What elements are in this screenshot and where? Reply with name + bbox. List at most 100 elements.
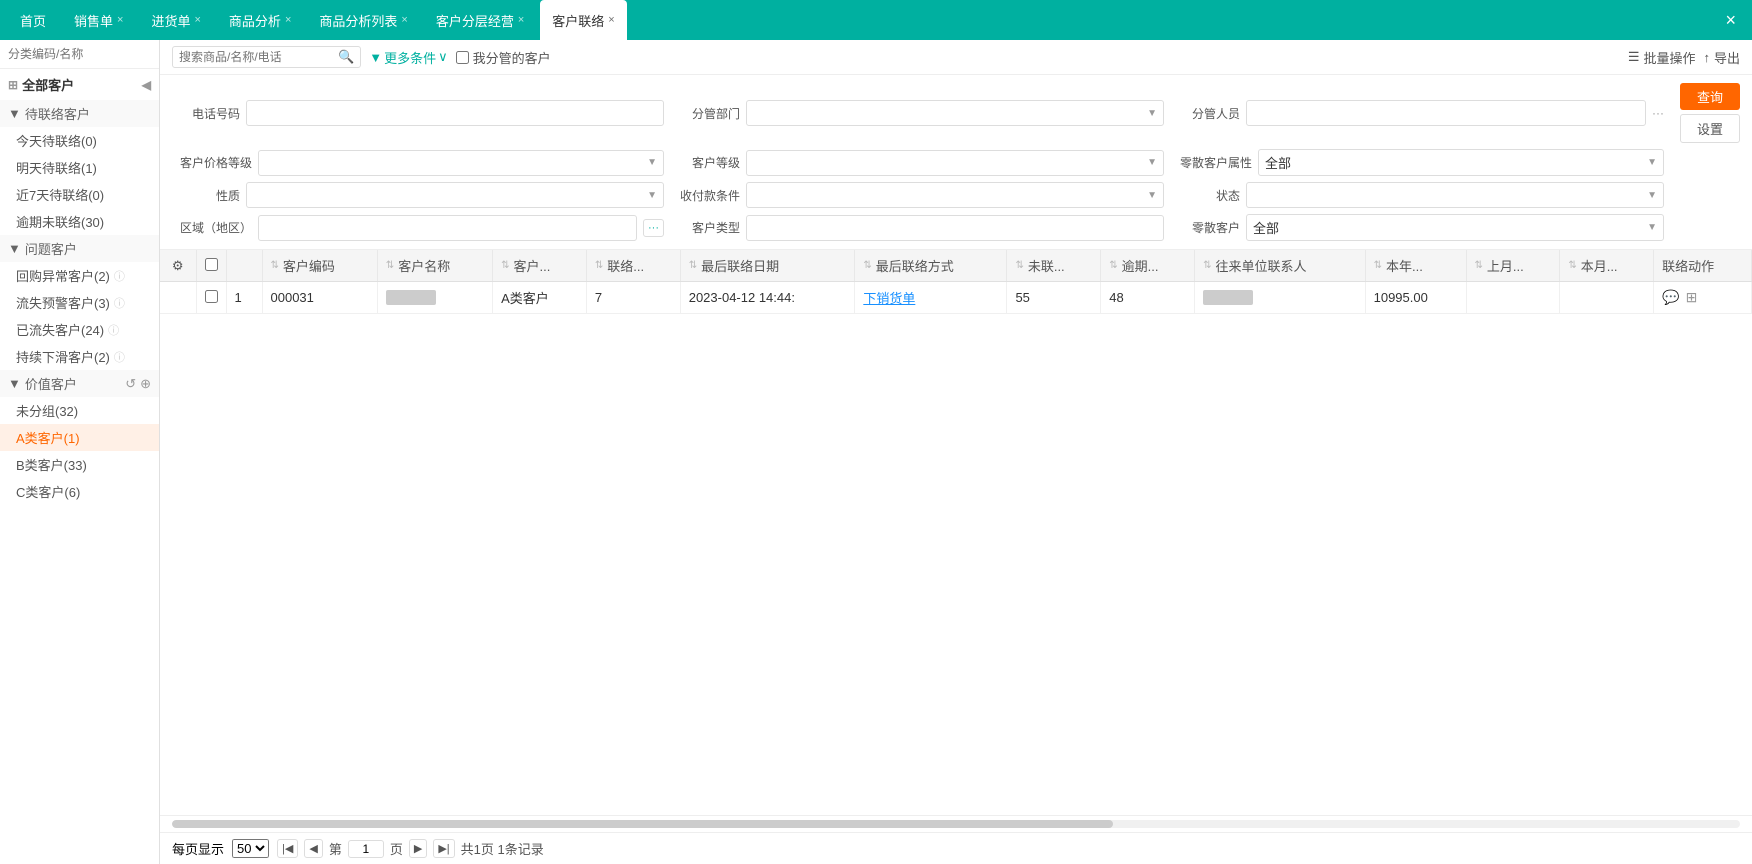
person-input[interactable]	[1253, 106, 1639, 120]
sidebar-item-ungrouped[interactable]: 未分组(32)	[0, 397, 159, 424]
add-group-icon[interactable]: ⊕	[140, 376, 151, 392]
horizontal-scrollbar[interactable]	[172, 820, 1740, 828]
area-input-wrap[interactable]	[258, 215, 637, 241]
main-layout: 🔍 ⊞ 全部客户 ◀ ▼ 待联络客户 今天待联络(0) 明天待联络(1) 近7天…	[0, 40, 1752, 864]
row-checkbox[interactable]	[205, 290, 218, 303]
sidebar-group-pending[interactable]: ▼ 待联络客户	[0, 100, 159, 127]
query-button[interactable]: 查询	[1680, 83, 1740, 110]
person-input-wrap[interactable]	[1246, 100, 1646, 126]
sort-icon-code[interactable]: ⇅	[271, 260, 279, 271]
price-level-select[interactable]: ▼	[258, 150, 664, 176]
first-page-btn[interactable]: |◀	[277, 839, 298, 858]
sort-icon-type[interactable]: ⇅	[501, 260, 509, 271]
filter-row-4: 区域（地区） ··· 客户类型 零散客户 全部 ▼	[172, 214, 1740, 241]
window-close-button[interactable]: ×	[1717, 10, 1744, 31]
qr-icon[interactable]: ⊞	[1686, 289, 1698, 306]
sort-icon-overdue[interactable]: ⇅	[1109, 260, 1117, 271]
sort-icon-last-month[interactable]: ⇅	[1475, 260, 1483, 271]
export-btn[interactable]: ↑ 导出	[1703, 48, 1740, 67]
close-tab-customer-contact[interactable]: ×	[608, 14, 614, 26]
sidebar-item-tomorrow[interactable]: 明天待联络(1)	[0, 154, 159, 181]
sidebar-item-today[interactable]: 今天待联络(0)	[0, 127, 159, 154]
customer-type-input-wrap[interactable]	[746, 215, 1164, 241]
top-nav: 首页 销售单 × 进货单 × 商品分析 × 商品分析列表 × 客户分层经营 × …	[0, 0, 1752, 40]
sidebar-item-a-class[interactable]: A类客户(1)	[0, 424, 159, 451]
filter-cell-phone: 电话号码	[172, 100, 672, 126]
customer-type-input[interactable]	[753, 221, 1157, 235]
select-all-checkbox[interactable]	[205, 258, 218, 271]
toolbar: 🔍 ▼ 更多条件 ∨ 我分管的客户 ☰ 批量操作 ↑ 导出	[160, 40, 1752, 75]
sidebar-item-churn-warning[interactable]: 流失预警客户(3) ⓘ	[0, 289, 159, 316]
nature-chevron: ▼	[647, 190, 657, 201]
nav-tab-customer-contact[interactable]: 客户联络 ×	[540, 0, 626, 40]
filter-cell-retail-attr: 零散客户属性 全部 ▼	[1172, 149, 1672, 176]
pay-select[interactable]: ▼	[746, 182, 1164, 208]
page-input[interactable]	[348, 840, 384, 858]
area-input[interactable]	[265, 221, 630, 235]
main-search-input[interactable]	[179, 50, 334, 64]
sort-icon-name[interactable]: ⇅	[386, 260, 394, 271]
sort-icon-contact[interactable]: ⇅	[595, 260, 603, 271]
th-unit-contact: ⇅ 往来单位联系人	[1195, 250, 1366, 282]
pagination-bar: 每页显示 50 |◀ ◀ 第 页 ▶ ▶| 共1页 1条记录	[160, 832, 1752, 864]
nav-tab-purchase[interactable]: 进货单 ×	[139, 0, 212, 40]
last-page-btn[interactable]: ▶|	[433, 839, 454, 858]
close-tab-purchase[interactable]: ×	[194, 14, 200, 26]
sidebar-item-b-class[interactable]: B类客户(33)	[0, 451, 159, 478]
customer-level-select[interactable]: ▼	[746, 150, 1164, 176]
table-row: 1 000031 Ea A类客户 7 2023-04-12 14:44: 下销货…	[160, 282, 1752, 314]
status-select[interactable]: ▼	[1246, 182, 1664, 208]
nav-tab-analysis-list[interactable]: 商品分析列表 ×	[307, 0, 419, 40]
nav-tab-customer-tier[interactable]: 客户分层经营 ×	[424, 0, 536, 40]
retail-select[interactable]: 全部 ▼	[1246, 214, 1664, 241]
sort-icon-last-date[interactable]: ⇅	[689, 260, 697, 271]
prev-page-btn[interactable]: ◀	[304, 839, 322, 858]
sidebar-group-problem[interactable]: ▼ 问题客户	[0, 235, 159, 262]
nav-home[interactable]: 首页	[8, 0, 58, 40]
row-type: A类客户	[493, 282, 587, 314]
person-more-icon[interactable]: ···	[1652, 106, 1664, 120]
sidebar-item-declining[interactable]: 持续下滑客户(2) ⓘ	[0, 343, 159, 370]
sidebar-item-7days[interactable]: 近7天待联络(0)	[0, 181, 159, 208]
filter-cell-pay: 收付款条件 ▼	[672, 182, 1172, 208]
phone-input[interactable]	[253, 106, 657, 120]
sort-icon-unit-contact[interactable]: ⇅	[1203, 260, 1211, 271]
my-customer-checkbox-label[interactable]: 我分管的客户	[456, 48, 551, 67]
sidebar-item-repurchase-abnormal[interactable]: 回购异常客户(2) ⓘ	[0, 262, 159, 289]
sidebar-item-c-class[interactable]: C类客户(6)	[0, 478, 159, 505]
close-tab-customer-tier[interactable]: ×	[518, 14, 524, 26]
nav-tab-sales[interactable]: 销售单 ×	[62, 0, 135, 40]
phone-input-wrap[interactable]	[246, 100, 664, 126]
sidebar-item-overdue[interactable]: 逾期未联络(30)	[0, 208, 159, 235]
my-customer-checkbox[interactable]	[456, 51, 469, 64]
row-action: 💬 ⊞	[1654, 282, 1752, 314]
retail-attr-select[interactable]: 全部 ▼	[1258, 149, 1664, 176]
batch-op-btn[interactable]: ☰ 批量操作	[1628, 48, 1696, 67]
main-search-icon[interactable]: 🔍	[338, 49, 354, 65]
sidebar-group-value[interactable]: ▼ 价值客户 ↺ ⊕	[0, 370, 159, 397]
sort-icon-not-linked[interactable]: ⇅	[1015, 260, 1023, 271]
dept-select[interactable]: ▼	[746, 100, 1164, 126]
main-search-wrap[interactable]: 🔍	[172, 46, 361, 68]
last-method-link[interactable]: 下销货单	[863, 291, 915, 306]
sort-icon-last-method[interactable]: ⇅	[863, 260, 871, 271]
close-tab-sales[interactable]: ×	[117, 14, 123, 26]
close-tab-analysis[interactable]: ×	[285, 14, 291, 26]
refresh-icon[interactable]: ↺	[125, 376, 136, 392]
sidebar-item-churned[interactable]: 已流失客户(24) ⓘ	[0, 316, 159, 343]
area-more-btn[interactable]: ···	[643, 219, 664, 237]
nav-tab-analysis[interactable]: 商品分析 ×	[217, 0, 303, 40]
close-tab-analysis-list[interactable]: ×	[401, 14, 407, 26]
nature-select[interactable]: ▼	[246, 182, 664, 208]
more-filter-btn[interactable]: ▼ 更多条件 ∨	[369, 48, 447, 67]
next-page-btn[interactable]: ▶	[409, 839, 427, 858]
sidebar-collapse-icon[interactable]: ◀	[142, 78, 151, 92]
sidebar-search-input[interactable]	[8, 47, 160, 61]
sidebar-all-customers[interactable]: ⊞ 全部客户 ◀	[0, 69, 159, 100]
sort-icon-this-month[interactable]: ⇅	[1568, 260, 1576, 271]
settings-button[interactable]: 设置	[1680, 114, 1740, 143]
per-page-select[interactable]: 50	[232, 839, 269, 858]
chat-icon[interactable]: 💬	[1662, 289, 1679, 306]
settings-gear-icon[interactable]: ⚙	[172, 258, 184, 273]
sort-icon-this-year[interactable]: ⇅	[1374, 260, 1382, 271]
